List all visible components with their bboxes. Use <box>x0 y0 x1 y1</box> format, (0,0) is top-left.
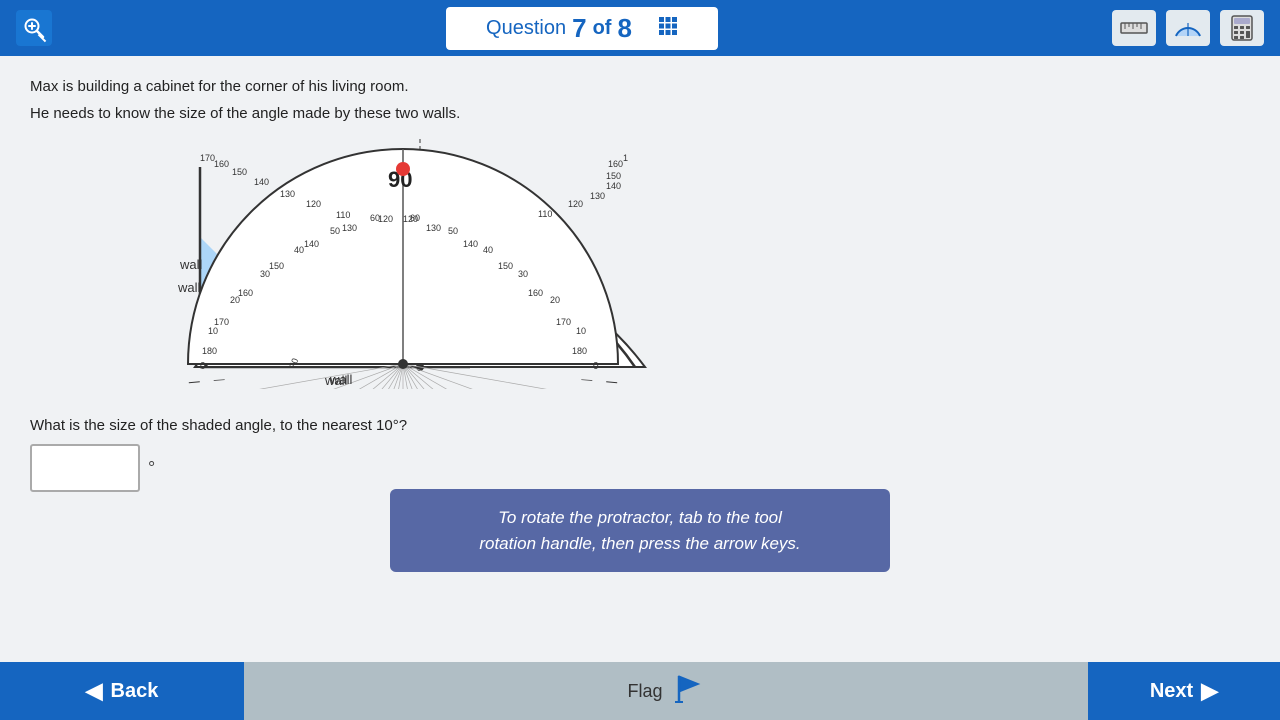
calculator-tool-button[interactable] <box>1220 10 1264 46</box>
header-left <box>16 10 52 46</box>
svg-text:40: 40 <box>483 245 493 255</box>
svg-text:180: 180 <box>202 346 217 356</box>
svg-text:130: 130 <box>280 189 295 199</box>
svg-text:140: 140 <box>254 177 269 187</box>
svg-text:150: 150 <box>232 167 247 177</box>
svg-text:10: 10 <box>576 326 586 336</box>
svg-text:150: 150 <box>269 261 284 271</box>
svg-text:140: 140 <box>463 239 478 249</box>
footer: ◀ Back Flag Next ▶ <box>0 662 1280 720</box>
svg-text:50: 50 <box>448 226 458 236</box>
question-counter: Question 7 of 8 <box>446 7 718 50</box>
question-line2: He needs to know the size of the angle m… <box>30 103 1250 126</box>
next-button[interactable]: Next ▶ <box>1088 662 1280 720</box>
next-label: Next <box>1150 680 1193 703</box>
back-arrow-icon: ◀ <box>86 678 103 704</box>
svg-text:120: 120 <box>306 199 321 209</box>
svg-text:120: 120 <box>403 214 418 224</box>
next-arrow-icon: ▶ <box>1201 678 1218 704</box>
svg-text:130: 130 <box>590 191 605 201</box>
footer-center: Flag <box>244 662 1088 720</box>
svg-text:170: 170 <box>214 317 229 327</box>
svg-text:130: 130 <box>426 223 441 233</box>
svg-text:0: 0 <box>200 361 206 372</box>
grid-icon[interactable] <box>658 16 678 41</box>
protractor-svg[interactable]: 90 0 10 20 30 40 50 60 70 180 170 <box>178 139 628 389</box>
svg-text:20: 20 <box>550 295 560 305</box>
svg-text:160: 160 <box>608 159 623 169</box>
ruler-tool-button[interactable] <box>1112 10 1156 46</box>
svg-text:150: 150 <box>606 171 621 181</box>
svg-text:170: 170 <box>200 153 215 163</box>
svg-text:170: 170 <box>556 317 571 327</box>
zoom-button[interactable] <box>16 10 52 46</box>
svg-text:150: 150 <box>498 261 513 271</box>
svg-text:110: 110 <box>538 209 552 219</box>
svg-text:10: 10 <box>208 326 218 336</box>
svg-text:120: 120 <box>378 214 393 224</box>
total-questions: 8 <box>617 13 631 44</box>
main-content: Max is building a cabinet for the corner… <box>0 56 1280 662</box>
wall-label-left: wall <box>180 257 202 272</box>
question-line1: Max is building a cabinet for the corner… <box>30 76 1250 99</box>
svg-text:110: 110 <box>336 210 350 220</box>
header-tools <box>1112 10 1264 46</box>
flag-label: Flag <box>627 681 662 702</box>
question-label: Question <box>486 17 566 40</box>
svg-text:0: 0 <box>593 361 599 372</box>
svg-text:50: 50 <box>330 226 340 236</box>
degree-symbol: ° <box>148 458 155 479</box>
answer-area: What is the size of the shaded angle, to… <box>30 417 1250 492</box>
wall-label-bottom: wall <box>330 372 352 387</box>
question-number: 7 <box>572 13 586 44</box>
svg-text:140: 140 <box>606 181 621 191</box>
back-label: Back <box>111 680 159 703</box>
back-button[interactable]: ◀ Back <box>0 662 244 720</box>
svg-text:30: 30 <box>518 269 528 279</box>
answer-input-row: ° <box>30 444 1250 492</box>
svg-text:120: 120 <box>568 199 583 209</box>
svg-text:170: 170 <box>623 153 628 163</box>
svg-text:140: 140 <box>304 239 319 249</box>
svg-text:180: 180 <box>572 346 587 356</box>
protractor-tool-button[interactable] <box>1166 10 1210 46</box>
tooltip-box: To rotate the protractor, tab to the too… <box>390 489 890 572</box>
header: Question 7 of 8 <box>0 0 1280 56</box>
of-label: of <box>593 17 612 40</box>
tooltip-text: To rotate the protractor, tab to the too… <box>479 508 800 553</box>
svg-text:160: 160 <box>238 288 253 298</box>
answer-question: What is the size of the shaded angle, to… <box>30 417 1250 434</box>
protractor-area: wall wall <box>30 137 1250 397</box>
svg-text:160: 160 <box>214 159 229 169</box>
flag-icon[interactable] <box>673 672 705 710</box>
svg-text:160: 160 <box>528 288 543 298</box>
angle-answer-input[interactable] <box>30 444 140 492</box>
svg-text:40: 40 <box>294 245 304 255</box>
svg-text:130: 130 <box>342 223 357 233</box>
